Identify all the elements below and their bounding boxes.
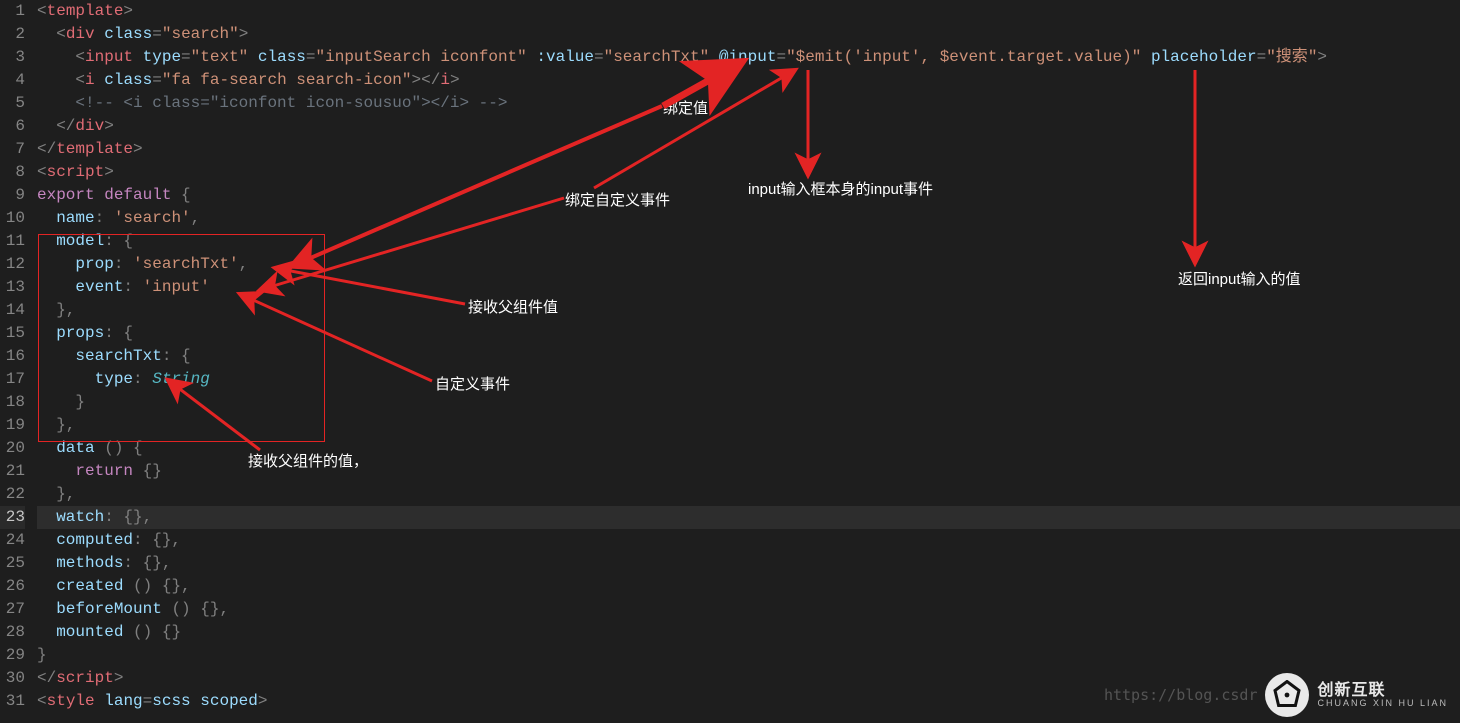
watermark-logo-icon xyxy=(1265,673,1309,717)
line-number: 6 xyxy=(0,115,25,138)
code-line[interactable]: beforeMount () {}, xyxy=(37,598,1460,621)
code-line[interactable]: event: 'input' xyxy=(37,276,1460,299)
code-line[interactable]: export default { xyxy=(37,184,1460,207)
code-line[interactable]: searchTxt: { xyxy=(37,345,1460,368)
code-line[interactable]: } xyxy=(37,391,1460,414)
line-number: 3 xyxy=(0,46,25,69)
line-number: 28 xyxy=(0,621,25,644)
line-number: 17 xyxy=(0,368,25,391)
code-line[interactable]: data () { xyxy=(37,437,1460,460)
watermark-url: https://blog.csdr xyxy=(1104,686,1258,704)
code-line[interactable]: created () {}, xyxy=(37,575,1460,598)
line-number: 31 xyxy=(0,690,25,713)
line-number: 8 xyxy=(0,161,25,184)
code-line[interactable]: <input type="text" class="inputSearch ic… xyxy=(37,46,1460,69)
line-number: 1 xyxy=(0,0,25,23)
line-number: 23 xyxy=(0,506,25,529)
code-line[interactable]: </div> xyxy=(37,115,1460,138)
code-line[interactable]: }, xyxy=(37,483,1460,506)
line-number: 2 xyxy=(0,23,25,46)
line-number: 18 xyxy=(0,391,25,414)
line-number: 14 xyxy=(0,299,25,322)
code-line[interactable]: props: { xyxy=(37,322,1460,345)
line-number: 16 xyxy=(0,345,25,368)
code-line[interactable]: mounted () {} xyxy=(37,621,1460,644)
line-number: 12 xyxy=(0,253,25,276)
line-number-gutter: 1 2 3 4 5 6 7 8 9 10 11 12 13 14 15 16 1… xyxy=(0,0,33,723)
code-area[interactable]: <template> <div class="search"> <input t… xyxy=(33,0,1460,723)
code-line[interactable]: methods: {}, xyxy=(37,552,1460,575)
line-number: 24 xyxy=(0,529,25,552)
line-number: 7 xyxy=(0,138,25,161)
line-number: 10 xyxy=(0,207,25,230)
line-number: 30 xyxy=(0,667,25,690)
code-line[interactable]: computed: {}, xyxy=(37,529,1460,552)
code-line[interactable]: prop: 'searchTxt', xyxy=(37,253,1460,276)
watermark-brand: 创新互联 CHUANG XIN HU LIAN xyxy=(1317,683,1448,708)
line-number: 22 xyxy=(0,483,25,506)
code-line[interactable]: return {} xyxy=(37,460,1460,483)
code-line[interactable]: <template> xyxy=(37,0,1460,23)
code-line[interactable]: <!-- <i class="iconfont icon-sousuo"></i… xyxy=(37,92,1460,115)
line-number: 9 xyxy=(0,184,25,207)
code-line[interactable]: } xyxy=(37,644,1460,667)
code-editor[interactable]: 1 2 3 4 5 6 7 8 9 10 11 12 13 14 15 16 1… xyxy=(0,0,1460,723)
code-line[interactable]: <script> xyxy=(37,161,1460,184)
line-number: 4 xyxy=(0,69,25,92)
line-number: 29 xyxy=(0,644,25,667)
line-number: 11 xyxy=(0,230,25,253)
code-line[interactable]: <div class="search"> xyxy=(37,23,1460,46)
code-line[interactable]: name: 'search', xyxy=(37,207,1460,230)
code-line[interactable]: <i class="fa fa-search search-icon"></i> xyxy=(37,69,1460,92)
code-line[interactable]: </template> xyxy=(37,138,1460,161)
code-line[interactable]: type: String xyxy=(37,368,1460,391)
line-number: 25 xyxy=(0,552,25,575)
line-number: 21 xyxy=(0,460,25,483)
line-number: 19 xyxy=(0,414,25,437)
code-line[interactable]: model: { xyxy=(37,230,1460,253)
line-number: 26 xyxy=(0,575,25,598)
line-number: 5 xyxy=(0,92,25,115)
line-number: 20 xyxy=(0,437,25,460)
code-line[interactable]: watch: {}, xyxy=(37,506,1460,529)
line-number: 15 xyxy=(0,322,25,345)
code-line[interactable]: }, xyxy=(37,414,1460,437)
line-number: 27 xyxy=(0,598,25,621)
line-number: 13 xyxy=(0,276,25,299)
code-line[interactable]: }, xyxy=(37,299,1460,322)
watermark: https://blog.csdr 创新互联 CHUANG XIN HU LIA… xyxy=(1104,673,1448,717)
